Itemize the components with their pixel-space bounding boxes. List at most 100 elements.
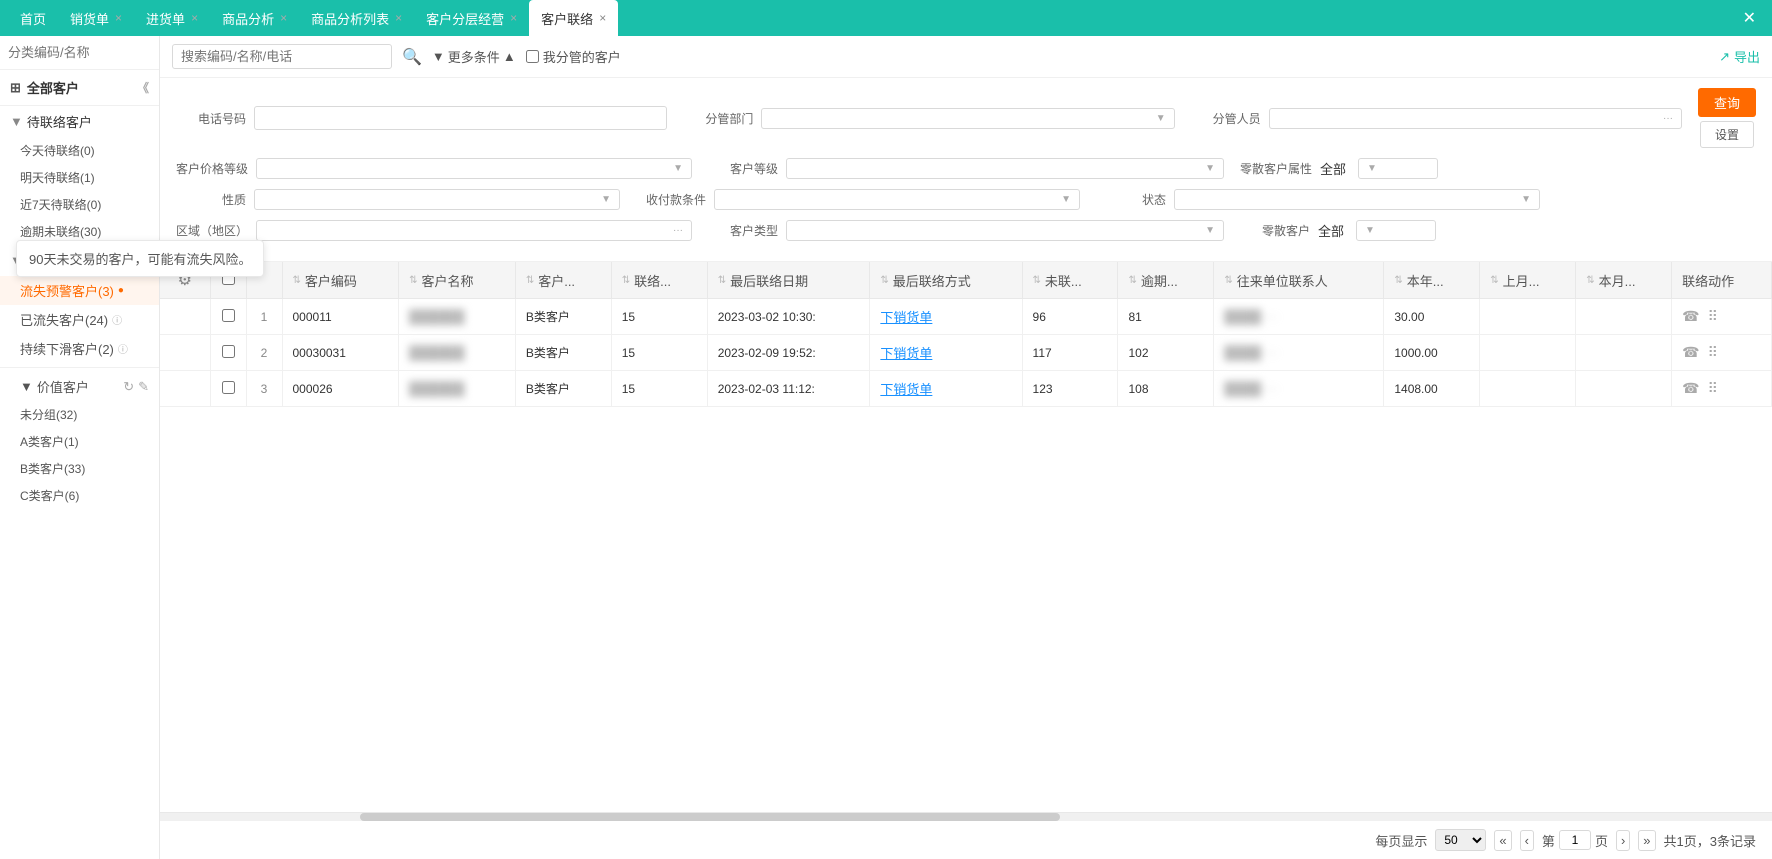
first-page-btn[interactable]: « bbox=[1494, 830, 1511, 851]
sidebar-item-week[interactable]: 近7天待联络(0) bbox=[0, 191, 159, 218]
sidebar-item-ungroup[interactable]: 未分组(32) bbox=[0, 401, 159, 428]
filter-zero-customer-select[interactable]: ▼ bbox=[1356, 220, 1436, 241]
tab-customer-contact[interactable]: 客户联络 × bbox=[529, 0, 618, 36]
sidebar-item-class-b[interactable]: B类客户(33) bbox=[0, 455, 159, 482]
tab-purchase[interactable]: 进货单 × bbox=[134, 0, 210, 36]
row-last-method-2[interactable]: 下销货单 bbox=[870, 371, 1022, 407]
sidebar-item-class-c[interactable]: C类客户(6) bbox=[0, 482, 159, 509]
settings-button[interactable]: 设置 bbox=[1700, 121, 1754, 148]
th-contacts[interactable]: ⇅ 联络... bbox=[611, 262, 707, 299]
sidebar-item-tomorrow[interactable]: 明天待联络(1) bbox=[0, 164, 159, 191]
row-checkbox-1[interactable] bbox=[210, 335, 246, 371]
th-unit-contacts-sort-icon[interactable]: ⇅ bbox=[1224, 275, 1232, 286]
th-last-method[interactable]: ⇅ 最后联络方式 bbox=[870, 262, 1022, 299]
row-check-0[interactable] bbox=[222, 309, 235, 322]
filter-region-select[interactable]: ··· bbox=[256, 220, 692, 241]
th-type[interactable]: ⇅ 客户... bbox=[515, 262, 611, 299]
last-page-btn[interactable]: » bbox=[1638, 830, 1655, 851]
filter-phone-input[interactable] bbox=[254, 106, 667, 130]
th-this-month[interactable]: ⇅ 本月... bbox=[1576, 262, 1672, 299]
filter-status-select[interactable]: ▼ bbox=[1174, 189, 1540, 210]
tab-customer-segment[interactable]: 客户分层经营 × bbox=[414, 0, 529, 36]
th-this-year-sort-icon[interactable]: ⇅ bbox=[1394, 275, 1402, 286]
per-page-select[interactable]: 50 100 200 bbox=[1435, 829, 1486, 851]
close-purchase-tab[interactable]: × bbox=[191, 11, 198, 25]
th-code[interactable]: ⇅ 客户编码 bbox=[282, 262, 399, 299]
th-this-month-sort-icon[interactable]: ⇅ bbox=[1586, 275, 1594, 286]
th-last-month-sort-icon[interactable]: ⇅ bbox=[1490, 275, 1498, 286]
sidebar-item-churned[interactable]: 已流失客户(24) ⓘ bbox=[0, 305, 159, 334]
row-checkbox-0[interactable] bbox=[210, 299, 246, 335]
tab-analysis[interactable]: 商品分析 × bbox=[210, 0, 299, 36]
tab-analysis-table[interactable]: 商品分析列表 × bbox=[299, 0, 414, 36]
close-analysis-tab[interactable]: × bbox=[280, 11, 287, 25]
th-last-month[interactable]: ⇅ 上月... bbox=[1480, 262, 1576, 299]
filter-gender-select[interactable]: ▼ bbox=[254, 189, 620, 210]
close-sales-tab[interactable]: × bbox=[115, 11, 122, 25]
th-code-sort-icon[interactable]: ⇅ bbox=[293, 275, 301, 286]
sidebar-item-class-a[interactable]: A类客户(1) bbox=[0, 428, 159, 455]
scrollbar-thumb[interactable] bbox=[360, 813, 1060, 821]
th-last-date[interactable]: ⇅ 最后联络日期 bbox=[707, 262, 870, 299]
sidebar-search-bar[interactable]: 🔍 bbox=[0, 36, 159, 70]
filter-manager-select[interactable]: ··· bbox=[1269, 108, 1682, 129]
th-type-sort-icon[interactable]: ⇅ bbox=[526, 275, 534, 286]
my-customers-input[interactable] bbox=[526, 50, 539, 63]
filter-payment-select[interactable]: ▼ bbox=[714, 189, 1080, 210]
th-uncontacted-sort-icon[interactable]: ⇅ bbox=[1033, 275, 1041, 286]
th-name-sort-icon[interactable]: ⇅ bbox=[409, 275, 417, 286]
sidebar-group-pending[interactable]: ▼ 待联络客户 bbox=[0, 106, 159, 137]
close-analysis-table-tab[interactable]: × bbox=[395, 11, 402, 25]
row-action-contact-0[interactable]: ☎ bbox=[1682, 308, 1699, 325]
sidebar-item-declining[interactable]: 持续下滑客户(2) ⓘ bbox=[0, 334, 159, 363]
th-overdue-sort-icon[interactable]: ⇅ bbox=[1128, 275, 1136, 286]
horizontal-scrollbar[interactable] bbox=[160, 812, 1772, 820]
row-action-more-1[interactable]: ⠿ bbox=[1708, 344, 1718, 361]
close-customer-segment-tab[interactable]: × bbox=[510, 11, 517, 25]
next-page-btn[interactable]: › bbox=[1616, 830, 1630, 851]
filter-customer-type-select[interactable]: ▼ bbox=[786, 220, 1224, 241]
query-button[interactable]: 查询 bbox=[1698, 88, 1756, 117]
close-customer-contact-tab[interactable]: × bbox=[599, 11, 606, 25]
th-last-date-sort-icon[interactable]: ⇅ bbox=[718, 275, 726, 286]
row-action-more-2[interactable]: ⠿ bbox=[1708, 380, 1718, 397]
row-last-method-0[interactable]: 下销货单 bbox=[870, 299, 1022, 335]
th-last-method-sort-icon[interactable]: ⇅ bbox=[880, 275, 888, 286]
my-customers-checkbox[interactable]: 我分管的客户 bbox=[526, 47, 621, 66]
th-name[interactable]: ⇅ 客户名称 bbox=[399, 262, 516, 299]
row-action-contact-2[interactable]: ☎ bbox=[1682, 380, 1699, 397]
th-uncontacted[interactable]: ⇅ 未联... bbox=[1022, 262, 1118, 299]
row-check-1[interactable] bbox=[222, 345, 235, 358]
sidebar-group-value[interactable]: ▼ 价值客户 ↻ ✎ bbox=[0, 372, 159, 401]
page-label-text: 第 bbox=[1542, 831, 1555, 850]
filter-customer-level-select[interactable]: ▼ bbox=[786, 158, 1224, 179]
th-contacts-sort-icon[interactable]: ⇅ bbox=[622, 275, 630, 286]
edit-icon[interactable]: ✎ bbox=[138, 379, 149, 395]
tab-sales[interactable]: 销货单 × bbox=[58, 0, 134, 36]
filter-dept-select[interactable]: ▼ bbox=[761, 108, 1174, 129]
sidebar-item-churn-warning[interactable]: 流失预警客户(3) ● bbox=[0, 276, 159, 305]
export-button[interactable]: ↗ 导出 bbox=[1719, 47, 1760, 66]
collapse-sidebar-icon[interactable]: 《 bbox=[137, 79, 149, 96]
th-unit-contacts[interactable]: ⇅ 往来单位联系人 bbox=[1214, 262, 1384, 299]
sidebar-all-customers[interactable]: ⊞ 全部客户 《 bbox=[0, 70, 159, 106]
sidebar-search-input[interactable] bbox=[8, 45, 160, 60]
row-action-contact-1[interactable]: ☎ bbox=[1682, 344, 1699, 361]
prev-page-btn[interactable]: ‹ bbox=[1520, 830, 1534, 851]
filter-search-button[interactable]: 🔍 bbox=[402, 47, 422, 67]
th-this-year[interactable]: ⇅ 本年... bbox=[1384, 262, 1480, 299]
close-all-tabs-icon[interactable]: ✕ bbox=[1735, 8, 1764, 28]
row-check-2[interactable] bbox=[222, 381, 235, 394]
page-number-input[interactable] bbox=[1559, 830, 1591, 850]
th-overdue[interactable]: ⇅ 逾期... bbox=[1118, 262, 1214, 299]
filter-more-conditions-btn[interactable]: ▼ 更多条件 ▲ bbox=[432, 47, 516, 66]
refresh-icon[interactable]: ↻ bbox=[123, 379, 134, 395]
row-action-more-0[interactable]: ⠿ bbox=[1708, 308, 1718, 325]
tab-home[interactable]: 首页 bbox=[8, 0, 58, 36]
filter-search-input[interactable] bbox=[172, 44, 392, 69]
filter-zero-attr-select[interactable]: ▼ bbox=[1358, 158, 1438, 179]
row-checkbox-2[interactable] bbox=[210, 371, 246, 407]
filter-price-level-select[interactable]: ▼ bbox=[256, 158, 692, 179]
sidebar-item-today[interactable]: 今天待联络(0) bbox=[0, 137, 159, 164]
row-last-method-1[interactable]: 下销货单 bbox=[870, 335, 1022, 371]
